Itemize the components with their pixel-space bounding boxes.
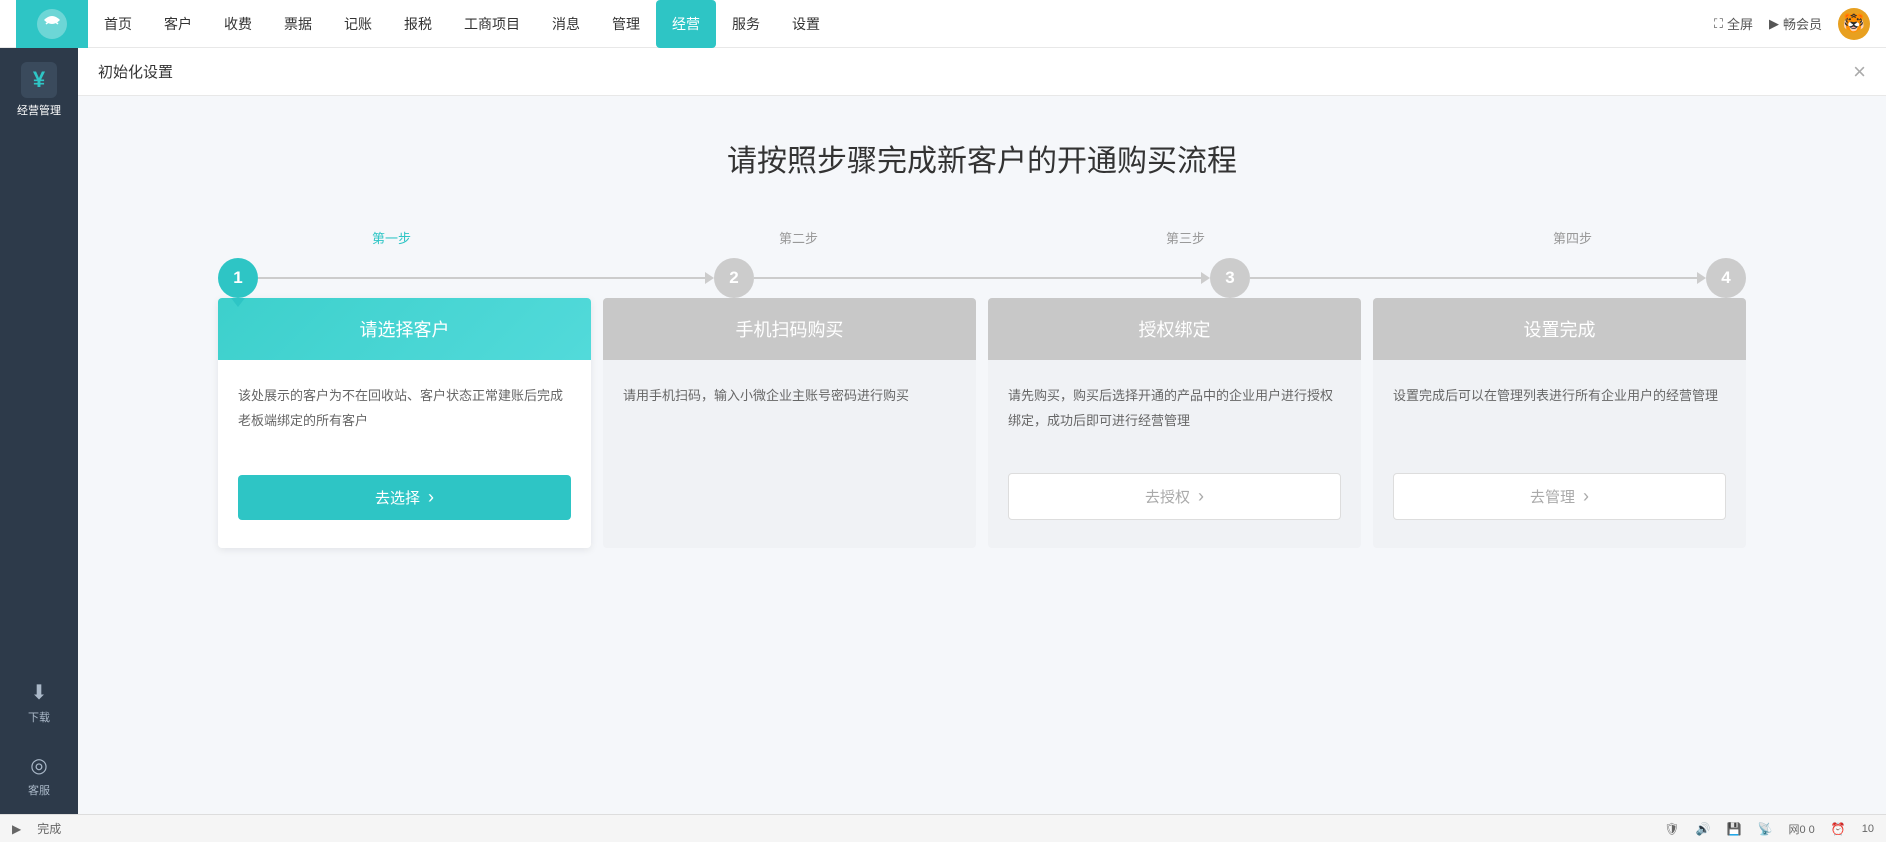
fullscreen-icon: ⛶: [1714, 16, 1723, 32]
volume-icon: 🔊: [1696, 822, 1711, 836]
card-footer-3: 去授权 ›: [988, 457, 1361, 548]
wizard-container: 请按照步骤完成新客户的开通购买流程 第一步 第二步 第三步 第四步: [78, 96, 1886, 588]
cards-row: 请选择客户 该处展示的客户为不在回收站、客户状态正常建账后完成老板端绑定的所有客…: [218, 298, 1746, 548]
step-node-1: 1: [218, 258, 258, 298]
done-label: 完成: [37, 820, 61, 837]
step-circle-1: 1: [218, 258, 258, 298]
card-3: 授权绑定 请先购买，购买后选择开通的产品中的企业用户进行授权绑定，成功后即可进行…: [988, 298, 1361, 548]
step-circle-3: 3: [1210, 258, 1250, 298]
arrow-icon-3: ›: [1198, 486, 1204, 507]
status-bar-right: 🛡 🔊 💾 📡 网0 0 ⏰ 10: [1664, 821, 1874, 837]
sidebar-item-support[interactable]: ◎ 客服: [0, 739, 78, 812]
goto-manage-button[interactable]: 去管理 ›: [1393, 473, 1726, 520]
card-body-1: 该处展示的客户为不在回收站、客户状态正常建账后完成老板端绑定的所有客户: [218, 360, 591, 459]
goto-select-button[interactable]: 去选择 ›: [238, 475, 571, 520]
steps-area: 第一步 第二步 第三步 第四步: [158, 228, 1806, 548]
arrow-icon-1: ›: [428, 487, 434, 508]
nav-service[interactable]: 服务: [716, 0, 776, 48]
top-nav: 首页 客户 收费 票据 记账 报税 工商项目 消息 管理 经营 服务 设置 ⛶ …: [0, 0, 1886, 48]
nav-manage[interactable]: 管理: [596, 0, 656, 48]
sidebar-item-download[interactable]: ⬇ 下载: [0, 666, 78, 739]
save-icon: 💾: [1727, 822, 1742, 836]
card-footer-4: 去管理 ›: [1373, 457, 1746, 548]
main-layout: ¥ 经营管理 ⬇ 下载 ◎ 客服 初始化设置 × 请按照步骤完成新客户的开通购买…: [0, 48, 1886, 842]
card-1: 请选择客户 该处展示的客户为不在回收站、客户状态正常建账后完成老板端绑定的所有客…: [218, 298, 591, 548]
card-header-2: 手机扫码购买: [603, 298, 976, 360]
card-body-2: 请用手机扫码，输入小微企业主账号密码进行购买: [603, 360, 976, 504]
content-area: 初始化设置 × 请按照步骤完成新客户的开通购买流程 第一步 第二步 第三步: [78, 48, 1886, 842]
play-button[interactable]: ▶: [12, 822, 21, 836]
nav-fee[interactable]: 收费: [208, 0, 268, 48]
nav-items: 首页 客户 收费 票据 记账 报税 工商项目 消息 管理 经营 服务 设置: [88, 0, 1714, 48]
goto-authorize-button[interactable]: 去授权 ›: [1008, 473, 1341, 520]
nav-message[interactable]: 消息: [536, 0, 596, 48]
fullscreen-btn[interactable]: ⛶ 全屏: [1714, 14, 1753, 33]
step-pointer: [231, 298, 245, 307]
connector-1-2: [258, 272, 714, 284]
nav-customer[interactable]: 客户: [148, 0, 208, 48]
card-header-3: 授权绑定: [988, 298, 1361, 360]
arrow-icon-4: ›: [1583, 486, 1589, 507]
card-footer-1: 去选择 ›: [218, 459, 591, 548]
card-body-3: 请先购买，购买后选择开通的产品中的企业用户进行授权绑定，成功后即可进行经营管理: [988, 360, 1361, 457]
nav-operation[interactable]: 经营: [656, 0, 716, 48]
step-node-4: 4: [1706, 258, 1746, 298]
connector-3-4: [1250, 272, 1706, 284]
card-header-1: 请选择客户: [218, 298, 591, 360]
step-circle-2: 2: [714, 258, 754, 298]
nav-settings[interactable]: 设置: [776, 0, 836, 48]
card-body-4: 设置完成后可以在管理列表进行所有企业用户的经营管理: [1373, 360, 1746, 457]
step-node-2: 2: [714, 258, 754, 298]
play-icon: ▶: [1769, 16, 1779, 32]
steps-labels: 第一步 第二步 第三步 第四步: [218, 228, 1746, 248]
network-icon: 📡: [1758, 822, 1773, 836]
support-icon: ◎: [30, 753, 47, 778]
page-header: 初始化设置 ×: [78, 48, 1886, 96]
card-header-4: 设置完成: [1373, 298, 1746, 360]
close-button[interactable]: ×: [1853, 61, 1866, 83]
shield-icon: 🛡: [1664, 822, 1679, 836]
yuan-icon: ¥: [21, 62, 57, 98]
step-node-3: 3: [1210, 258, 1250, 298]
nav-home[interactable]: 首页: [88, 0, 148, 48]
logo: [16, 0, 88, 48]
step-label-2: 第二步: [625, 228, 1012, 248]
nav-business[interactable]: 工商项目: [448, 0, 536, 48]
vip-btn[interactable]: ▶ 畅会员: [1769, 14, 1822, 33]
card-footer-2: [603, 504, 976, 548]
nav-bookkeeping[interactable]: 记账: [328, 0, 388, 48]
nav-right: ⛶ 全屏 ▶ 畅会员 🐯: [1714, 8, 1870, 40]
connector-2-3: [754, 272, 1210, 284]
card-2: 手机扫码购买 请用手机扫码，输入小微企业主账号密码进行购买: [603, 298, 976, 548]
steps-visual: 1 2: [218, 258, 1746, 298]
step-label-3: 第三步: [1012, 228, 1399, 248]
step-circle-4: 4: [1706, 258, 1746, 298]
sidebar: ¥ 经营管理 ⬇ 下载 ◎ 客服: [0, 48, 78, 842]
nav-ticket[interactable]: 票据: [268, 0, 328, 48]
sidebar-item-operation[interactable]: ¥ 经营管理: [0, 48, 78, 132]
step-label-4: 第四步: [1399, 228, 1746, 248]
notification-count: 网0 0: [1789, 821, 1815, 837]
card-4: 设置完成 设置完成后可以在管理列表进行所有企业用户的经营管理 去管理 ›: [1373, 298, 1746, 548]
status-bar: ▶ 完成 🛡 🔊 💾 📡 网0 0 ⏰ 10: [0, 814, 1886, 842]
page-title: 初始化设置: [98, 61, 173, 82]
download-icon: ⬇: [31, 680, 48, 705]
nav-tax[interactable]: 报税: [388, 0, 448, 48]
time-display: 10: [1862, 823, 1874, 835]
clock-icon: ⏰: [1831, 822, 1846, 836]
avatar[interactable]: 🐯: [1838, 8, 1870, 40]
step-label-1: 第一步: [218, 228, 625, 248]
wizard-heading: 请按照步骤完成新客户的开通购买流程: [158, 136, 1806, 180]
